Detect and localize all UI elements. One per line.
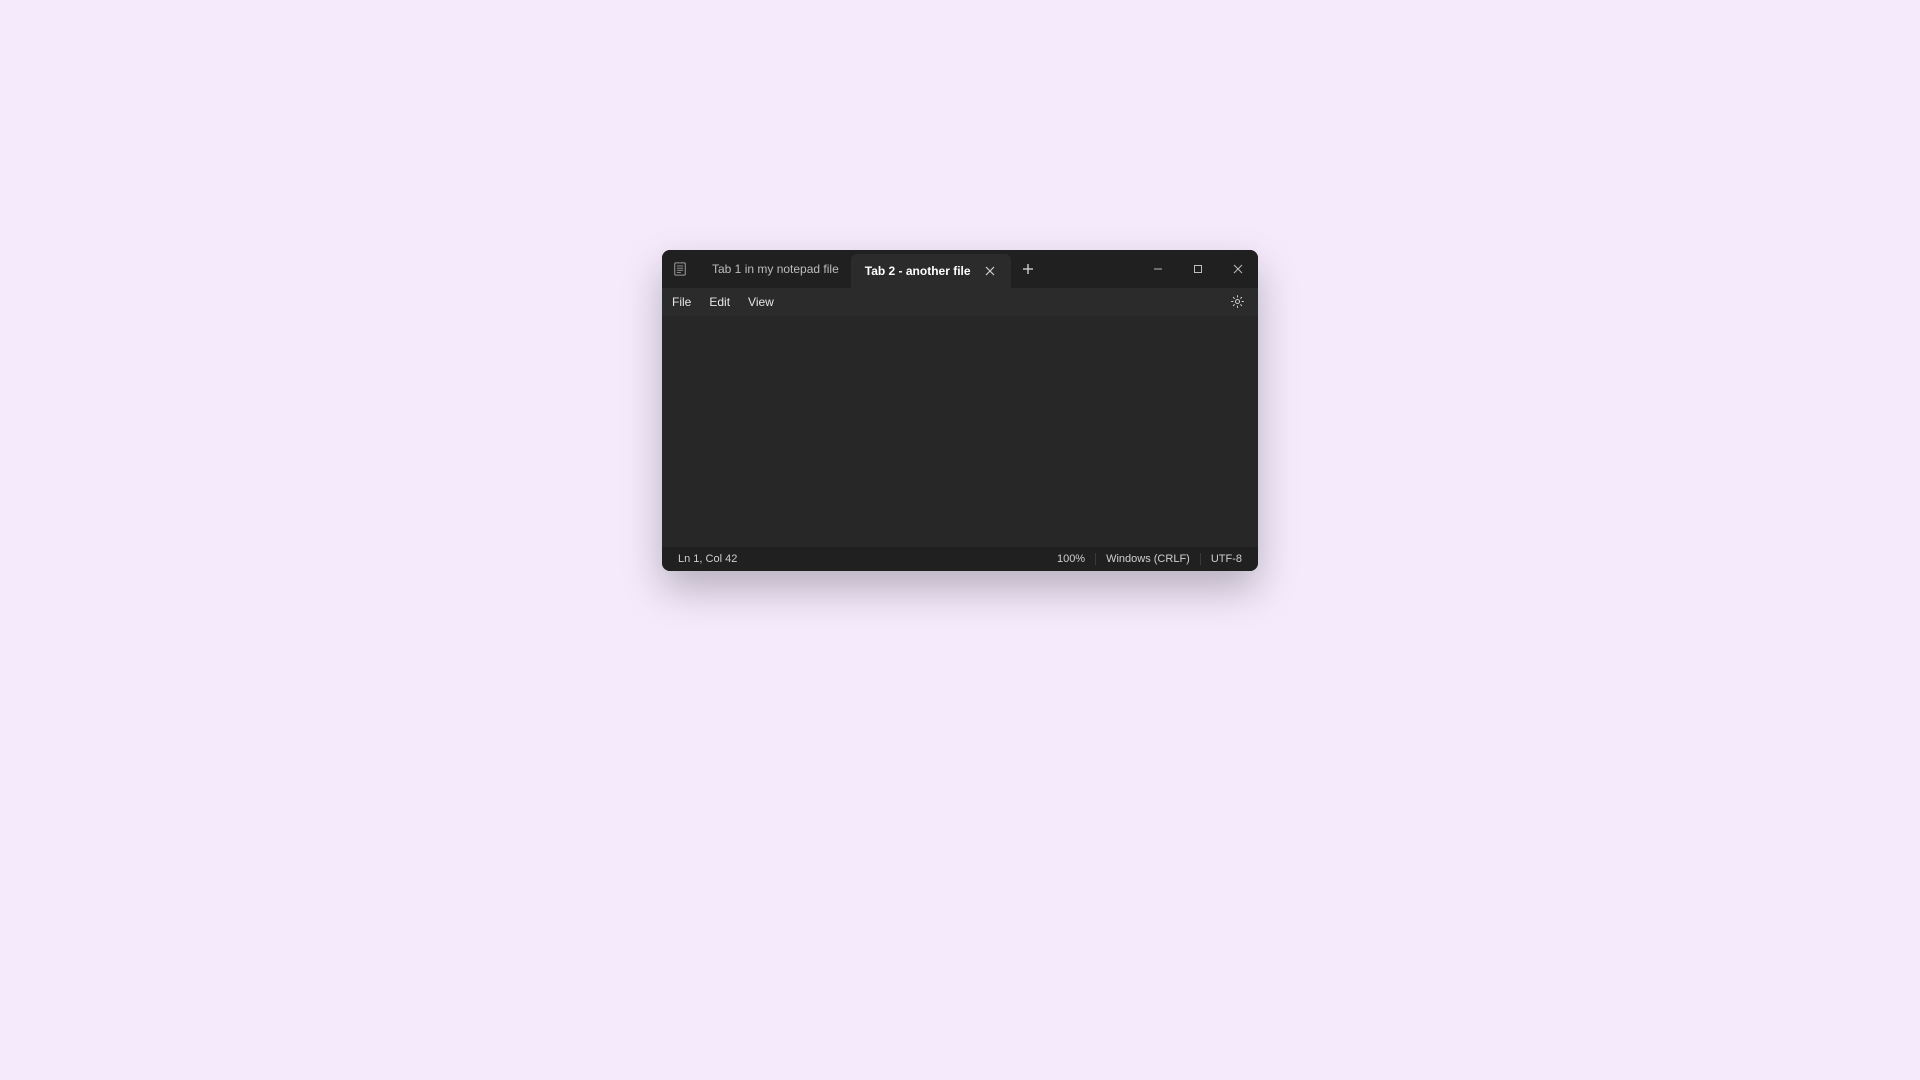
close-icon [985, 266, 995, 276]
status-bar: Ln 1, Col 42 100% Windows (CRLF) UTF-8 [662, 547, 1258, 571]
tab-label: Tab 1 in my notepad file [712, 262, 839, 276]
status-zoom[interactable]: 100% [1057, 553, 1085, 565]
plus-icon [1022, 263, 1034, 275]
window-controls [1138, 250, 1258, 288]
separator [1095, 553, 1096, 565]
minimize-button[interactable] [1138, 254, 1178, 284]
tab-2[interactable]: Tab 2 - another file [851, 254, 1011, 288]
new-tab-button[interactable] [1011, 250, 1045, 288]
status-encoding[interactable]: UTF-8 [1211, 553, 1242, 565]
tab-1[interactable]: Tab 1 in my notepad file [698, 250, 851, 288]
menu-bar: File Edit View [662, 288, 1258, 316]
minimize-icon [1153, 264, 1163, 274]
editor-area [662, 316, 1258, 547]
tab-label: Tab 2 - another file [865, 264, 971, 278]
status-line-ending[interactable]: Windows (CRLF) [1106, 553, 1190, 565]
close-icon [1233, 264, 1243, 274]
title-bar: Tab 1 in my notepad file Tab 2 - another… [662, 250, 1258, 288]
separator [1200, 553, 1201, 565]
close-tab-button[interactable] [981, 262, 999, 280]
menu-edit[interactable]: Edit [709, 295, 730, 309]
menu-view[interactable]: View [748, 295, 774, 309]
app-icon [662, 250, 698, 288]
notepad-window: Tab 1 in my notepad file Tab 2 - another… [662, 250, 1258, 571]
notepad-icon [673, 262, 687, 276]
maximize-icon [1193, 264, 1203, 274]
tab-strip: Tab 1 in my notepad file Tab 2 - another… [698, 250, 1138, 288]
text-editor[interactable] [662, 316, 1258, 547]
status-cursor-position: Ln 1, Col 42 [678, 553, 737, 565]
maximize-button[interactable] [1178, 254, 1218, 284]
menu-file[interactable]: File [672, 295, 691, 309]
gear-icon [1230, 294, 1245, 309]
settings-button[interactable] [1226, 291, 1248, 313]
close-window-button[interactable] [1218, 254, 1258, 284]
